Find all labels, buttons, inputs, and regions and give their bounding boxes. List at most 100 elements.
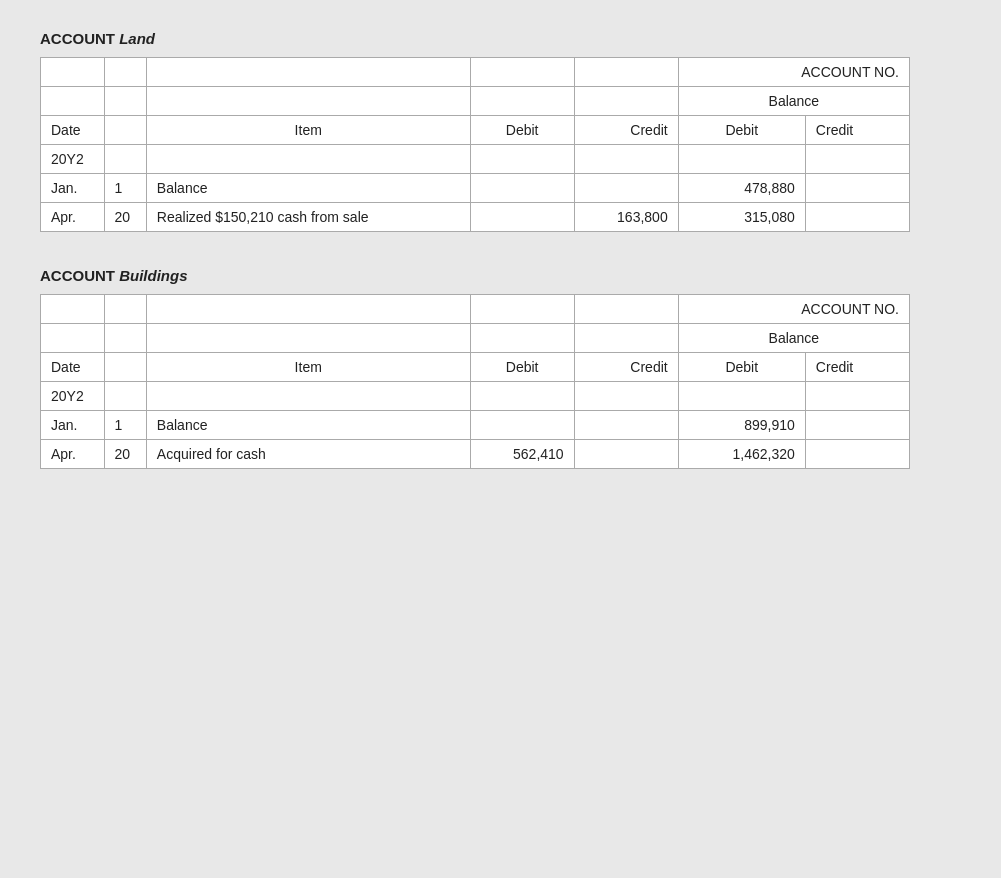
empty-cell — [104, 145, 146, 174]
row-bal-debit: 1,462,320 — [678, 440, 805, 469]
empty-cell — [146, 295, 470, 324]
empty-cell — [805, 145, 909, 174]
table-row-2: Apr. 20 Realized $150,210 cash from sale… — [41, 203, 910, 232]
column-headers-row: Date Item Debit Credit Debit Credit — [41, 353, 910, 382]
year-cell: 20Y2 — [41, 382, 105, 411]
row-debit — [470, 174, 574, 203]
empty-cell — [104, 324, 146, 353]
empty-cell — [470, 324, 574, 353]
col-header-credit: Credit — [574, 353, 678, 382]
balance-label: Balance — [678, 87, 909, 116]
empty-cell — [41, 295, 105, 324]
empty-cell — [574, 145, 678, 174]
row-debit: 562,410 — [470, 440, 574, 469]
empty-cell — [146, 58, 470, 87]
empty-cell — [574, 382, 678, 411]
row-ref: 1 — [104, 174, 146, 203]
table-row-1: Jan. 1 Balance 899,910 — [41, 411, 910, 440]
account-title-prefix: ACCOUNT — [40, 267, 119, 284]
empty-cell — [470, 58, 574, 87]
empty-cell — [146, 382, 470, 411]
empty-cell — [41, 58, 105, 87]
ledger-table-buildings: ACCOUNT NO. Balance Date Item Debit Cred… — [40, 294, 910, 469]
ledger-table-land: ACCOUNT NO. Balance Date Item Debit Cred… — [40, 57, 910, 232]
empty-cell — [104, 295, 146, 324]
row-bal-debit: 899,910 — [678, 411, 805, 440]
col-header-credit: Credit — [574, 116, 678, 145]
account-title-italic: Buildings — [119, 267, 187, 284]
row-date: Apr. — [41, 440, 105, 469]
col-header-date: Date — [41, 353, 105, 382]
empty-cell — [470, 87, 574, 116]
empty-cell — [104, 353, 146, 382]
empty-cell — [146, 87, 470, 116]
account-title-italic: Land — [119, 30, 155, 47]
col-header-item: Item — [146, 353, 470, 382]
row-bal-credit — [805, 203, 909, 232]
col-header-bal-credit: Credit — [805, 353, 909, 382]
row-item: Balance — [146, 411, 470, 440]
empty-cell — [470, 145, 574, 174]
col-header-date: Date — [41, 116, 105, 145]
column-headers-row: Date Item Debit Credit Debit Credit — [41, 116, 910, 145]
empty-cell — [574, 324, 678, 353]
row-bal-debit: 315,080 — [678, 203, 805, 232]
row-item: Acquired for cash — [146, 440, 470, 469]
table-row-1: Jan. 1 Balance 478,880 — [41, 174, 910, 203]
row-bal-credit — [805, 411, 909, 440]
header-row-account-no: ACCOUNT NO. — [41, 58, 910, 87]
row-bal-debit: 478,880 — [678, 174, 805, 203]
col-header-debit: Debit — [470, 353, 574, 382]
empty-cell — [574, 295, 678, 324]
row-credit: 163,800 — [574, 203, 678, 232]
col-header-debit: Debit — [470, 116, 574, 145]
col-header-item: Item — [146, 116, 470, 145]
empty-cell — [678, 145, 805, 174]
account-title-buildings: ACCOUNT Buildings — [40, 267, 961, 284]
row-ref: 20 — [104, 440, 146, 469]
row-ref: 1 — [104, 411, 146, 440]
empty-cell — [104, 382, 146, 411]
empty-cell — [41, 87, 105, 116]
empty-cell — [678, 382, 805, 411]
empty-cell — [805, 382, 909, 411]
row-ref: 20 — [104, 203, 146, 232]
table-row-0: 20Y2 — [41, 382, 910, 411]
col-header-bal-debit: Debit — [678, 116, 805, 145]
year-cell: 20Y2 — [41, 145, 105, 174]
row-item: Realized $150,210 cash from sale — [146, 203, 470, 232]
account-no-label: ACCOUNT NO. — [678, 58, 909, 87]
col-header-bal-debit: Debit — [678, 353, 805, 382]
empty-cell — [41, 324, 105, 353]
row-item: Balance — [146, 174, 470, 203]
empty-cell — [104, 116, 146, 145]
empty-cell — [470, 382, 574, 411]
empty-cell — [146, 145, 470, 174]
header-row-balance: Balance — [41, 87, 910, 116]
row-bal-credit — [805, 174, 909, 203]
empty-cell — [574, 87, 678, 116]
table-row-2: Apr. 20 Acquired for cash 562,410 1,462,… — [41, 440, 910, 469]
row-credit — [574, 174, 678, 203]
account-title-land: ACCOUNT Land — [40, 30, 961, 47]
account-section-buildings: ACCOUNT Buildings ACCOUNT NO. Balance Da… — [40, 267, 961, 469]
header-row-account-no: ACCOUNT NO. — [41, 295, 910, 324]
empty-cell — [470, 295, 574, 324]
empty-cell — [574, 58, 678, 87]
empty-cell — [104, 87, 146, 116]
row-date: Jan. — [41, 174, 105, 203]
col-header-bal-credit: Credit — [805, 116, 909, 145]
row-debit — [470, 411, 574, 440]
row-credit — [574, 440, 678, 469]
header-row-balance: Balance — [41, 324, 910, 353]
empty-cell — [104, 58, 146, 87]
row-debit — [470, 203, 574, 232]
account-title-prefix: ACCOUNT — [40, 30, 119, 47]
row-date: Apr. — [41, 203, 105, 232]
account-no-label: ACCOUNT NO. — [678, 295, 909, 324]
account-section-land: ACCOUNT Land ACCOUNT NO. Balance Date It… — [40, 30, 961, 232]
table-row-0: 20Y2 — [41, 145, 910, 174]
empty-cell — [146, 324, 470, 353]
row-date: Jan. — [41, 411, 105, 440]
balance-label: Balance — [678, 324, 909, 353]
